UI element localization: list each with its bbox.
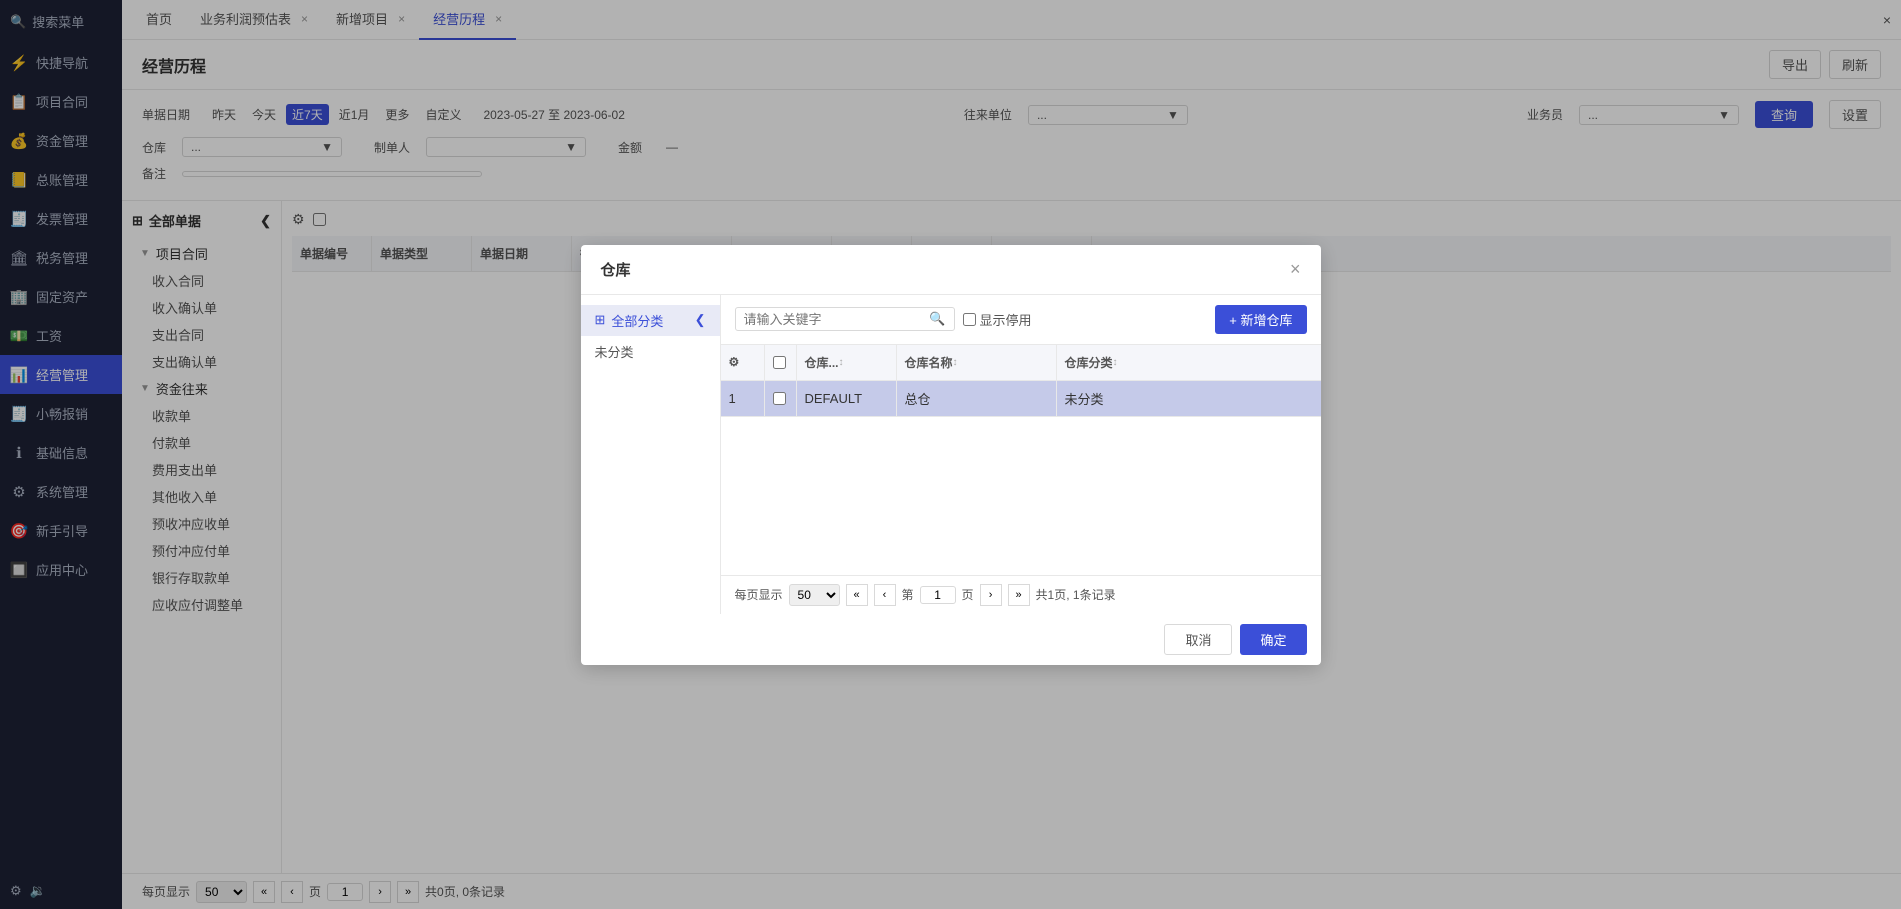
modal-body: ⊞ 全部分类 ❮ 未分类 🔍 (581, 295, 1321, 614)
modal-footer: 每页显示 50 100 « ‹ 第 页 › » 共1页, 1条记录 (721, 575, 1321, 614)
modal-page-label: 页 (962, 586, 974, 603)
modal-th-settings[interactable]: ⚙ (721, 345, 765, 380)
modal-title: 仓库 (601, 259, 631, 280)
modal-confirm-button[interactable]: 确定 (1240, 624, 1306, 655)
modal-prev-btn[interactable]: ‹ (874, 584, 896, 606)
modal-per-page-label: 每页显示 (735, 586, 783, 603)
modal-td-category: 未分类 (1057, 381, 1321, 416)
modal-right-panel: 🔍 显示停用 + 新增仓库 ⚙ (721, 295, 1321, 614)
modal-th-category: 仓库分类 ↕ (1057, 345, 1321, 380)
modal-th-checkbox (765, 345, 797, 380)
modal-show-disabled-checkbox[interactable] (963, 313, 976, 326)
modal-pagination: 每页显示 50 100 « ‹ 第 页 › » 共1页, 1条记录 (721, 576, 1321, 614)
modal-td-code: DEFAULT (797, 381, 897, 416)
modal-first-btn[interactable]: « (846, 584, 868, 606)
modal-page-label-pre: 第 (902, 586, 914, 603)
grid-icon-modal: ⊞ (595, 312, 606, 328)
modal-th-name: 仓库名称 ↕ (897, 345, 1057, 380)
modal-cat-scroll: 未分类 (581, 336, 720, 367)
modal-total-info: 共1页, 1条记录 (1036, 586, 1116, 603)
modal-left-panel: ⊞ 全部分类 ❮ 未分类 (581, 295, 721, 614)
row-checkbox[interactable] (773, 392, 786, 405)
overlay[interactable]: 仓库 × ⊞ 全部分类 ❮ 未分类 (0, 0, 1901, 909)
modal-close-button[interactable]: × (1290, 259, 1301, 280)
gear-col-icon: ⚙ (729, 355, 740, 369)
modal-td-name: 总仓 (897, 381, 1057, 416)
modal-search-input[interactable] (744, 312, 924, 327)
add-warehouse-button[interactable]: + 新增仓库 (1215, 305, 1306, 334)
modal-per-page-select[interactable]: 50 100 (789, 584, 840, 606)
modal-page-input[interactable] (920, 586, 956, 604)
modal-table: ⚙ 仓库... ↕ 仓库名称 ↕ (721, 345, 1321, 575)
modal-td-settings: 1 (721, 381, 765, 416)
sort-name-icon[interactable]: ↕ (953, 357, 958, 368)
sort-code-icon[interactable]: ↕ (839, 357, 844, 368)
modal-search-box[interactable]: 🔍 (735, 307, 955, 331)
modal-last-btn[interactable]: » (1008, 584, 1030, 606)
modal-cat-collapse-icon[interactable]: ❮ (695, 312, 706, 328)
modal-search-icon[interactable]: 🔍 (929, 311, 945, 327)
modal-select-all[interactable] (773, 356, 786, 369)
warehouse-modal: 仓库 × ⊞ 全部分类 ❮ 未分类 (581, 245, 1321, 665)
modal-cancel-button[interactable]: 取消 (1164, 624, 1232, 655)
modal-header: 仓库 × (581, 245, 1321, 295)
sort-cat-icon[interactable]: ↕ (1113, 357, 1118, 368)
modal-toolbar: 🔍 显示停用 + 新增仓库 (721, 295, 1321, 345)
modal-table-row[interactable]: 1 DEFAULT 总仓 未分类 (721, 381, 1321, 417)
modal-next-btn[interactable]: › (980, 584, 1002, 606)
modal-actions: 取消 确定 (581, 614, 1321, 665)
modal-show-disabled-label[interactable]: 显示停用 (963, 310, 1032, 329)
modal-cat-uncategorized[interactable]: 未分类 (581, 336, 720, 367)
modal-th-code: 仓库... ↕ (797, 345, 897, 380)
modal-cat-all[interactable]: ⊞ 全部分类 ❮ (581, 305, 720, 336)
modal-table-header: ⚙ 仓库... ↕ 仓库名称 ↕ (721, 345, 1321, 381)
modal-td-checkbox[interactable] (765, 381, 797, 416)
